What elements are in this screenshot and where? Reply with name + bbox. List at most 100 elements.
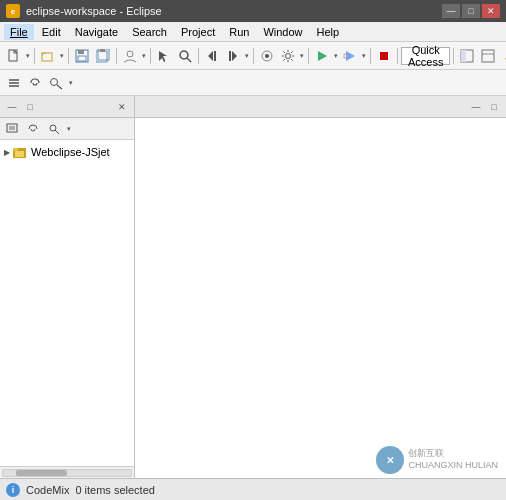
- svg-rect-9: [100, 49, 105, 52]
- status-bar: i CodeMix 0 items selected: [0, 478, 506, 500]
- gear-dropdown[interactable]: ▾: [299, 46, 305, 66]
- run-button[interactable]: [312, 46, 332, 66]
- open-file-button[interactable]: [38, 46, 58, 66]
- left-panel: — □ ✕ ▾ ▶: [0, 96, 135, 478]
- separator-10: [453, 48, 454, 64]
- minimize-panel-button[interactable]: —: [4, 99, 20, 115]
- next-nav-button[interactable]: [223, 46, 243, 66]
- eclipse-icon: e: [6, 4, 20, 18]
- menu-search[interactable]: Search: [126, 24, 173, 40]
- svg-line-36: [57, 85, 62, 89]
- separator-7: [308, 48, 309, 64]
- close-button[interactable]: ✕: [482, 4, 500, 18]
- stop-button[interactable]: [374, 46, 394, 66]
- views-button[interactable]: [478, 46, 498, 66]
- perspective-button[interactable]: [457, 46, 477, 66]
- save-all-button[interactable]: [93, 46, 113, 66]
- profile-dropdown[interactable]: ▾: [141, 46, 147, 66]
- status-message: 0 items selected: [75, 484, 154, 496]
- project-tree: ▶ Webclipse-JSjet: [0, 140, 134, 466]
- java-perspective-button[interactable]: J+: [499, 46, 506, 66]
- menu-project[interactable]: Project: [175, 24, 221, 40]
- panel-header-controls: — □: [4, 99, 38, 115]
- debug-button[interactable]: [340, 46, 360, 66]
- tree-item-label-webclipse: Webclipse-JSjet: [31, 146, 110, 158]
- profile-button[interactable]: [120, 46, 140, 66]
- quick-access-button[interactable]: Quick Access: [401, 47, 450, 65]
- main-toolbar: ▾ ▾ ▾ ▾ ▾ ▾: [0, 42, 506, 70]
- collapse-all-button[interactable]: [4, 73, 24, 93]
- save-button[interactable]: [72, 46, 92, 66]
- panel-search-button[interactable]: [44, 119, 64, 139]
- right-minimize-button[interactable]: —: [468, 99, 484, 115]
- panel-header-right: ✕: [114, 99, 130, 115]
- link-editor-button[interactable]: [25, 73, 45, 93]
- svg-point-10: [127, 51, 133, 57]
- scroll-track[interactable]: [2, 469, 132, 477]
- run-dropdown[interactable]: ▾: [333, 46, 339, 66]
- menu-bar: File Edit Navigate Search Project Run Wi…: [0, 22, 506, 42]
- separator-9: [397, 48, 398, 64]
- new-file-button[interactable]: [4, 46, 24, 66]
- tree-arrow-webclipse: ▶: [4, 148, 10, 157]
- svg-rect-38: [9, 126, 15, 130]
- window-controls[interactable]: — □ ✕: [442, 4, 500, 18]
- cursor-button[interactable]: [154, 46, 174, 66]
- scroll-thumb[interactable]: [16, 470, 67, 476]
- target-button[interactable]: [257, 46, 277, 66]
- separator-6: [253, 48, 254, 64]
- separator-1: [34, 48, 35, 64]
- menu-file[interactable]: File: [4, 24, 34, 40]
- panel-toolbar: ▾: [0, 118, 134, 140]
- svg-point-19: [265, 54, 269, 58]
- panel-scrollbar[interactable]: [0, 466, 134, 478]
- svg-rect-6: [78, 56, 86, 61]
- svg-rect-27: [482, 50, 494, 62]
- svg-marker-11: [159, 51, 167, 62]
- menu-window[interactable]: Window: [257, 24, 308, 40]
- menu-help[interactable]: Help: [311, 24, 346, 40]
- search-button[interactable]: [175, 46, 195, 66]
- close-panel-button[interactable]: ✕: [114, 99, 130, 115]
- plugin-name: CodeMix: [26, 484, 69, 496]
- svg-point-20: [286, 53, 291, 58]
- menu-edit[interactable]: Edit: [36, 24, 67, 40]
- tree-item-webclipse[interactable]: ▶ Webclipse-JSjet: [0, 142, 134, 162]
- svg-marker-14: [208, 51, 213, 61]
- menu-navigate[interactable]: Navigate: [69, 24, 124, 40]
- prev-nav-button[interactable]: [202, 46, 222, 66]
- svg-rect-5: [78, 50, 84, 54]
- nav-dropdown[interactable]: ▾: [244, 46, 250, 66]
- panel-link-button[interactable]: [23, 119, 43, 139]
- debug-dropdown[interactable]: ▾: [361, 46, 367, 66]
- svg-rect-42: [13, 148, 18, 151]
- minimize-button[interactable]: —: [442, 4, 460, 18]
- panel-more-dropdown[interactable]: ▾: [65, 119, 73, 139]
- separator-2: [68, 48, 69, 64]
- menu-run[interactable]: Run: [223, 24, 255, 40]
- separator-3: [116, 48, 117, 64]
- watermark-icon: ✕: [376, 446, 404, 474]
- svg-rect-15: [214, 51, 216, 61]
- panel-collapse-button[interactable]: [2, 119, 22, 139]
- watermark-text: 创新互联 CHUANGXIN HULIAN: [408, 448, 498, 471]
- svg-line-13: [187, 58, 191, 62]
- new-file-dropdown[interactable]: ▾: [25, 46, 31, 66]
- svg-rect-43: [15, 151, 24, 157]
- maximize-panel-button[interactable]: □: [22, 99, 38, 115]
- svg-line-40: [55, 130, 59, 134]
- open-dropdown[interactable]: ▾: [59, 46, 65, 66]
- secondary-toolbar: ▾: [0, 70, 506, 96]
- svg-rect-24: [380, 52, 388, 60]
- open-type-button[interactable]: [46, 73, 66, 93]
- open-type-dropdown[interactable]: ▾: [67, 73, 75, 93]
- right-panel: — □: [135, 96, 506, 478]
- svg-point-35: [51, 78, 58, 85]
- watermark: ✕ 创新互联 CHUANGXIN HULIAN: [376, 446, 498, 474]
- main-content: — □ ✕ ▾ ▶: [0, 96, 506, 478]
- gear-button[interactable]: [278, 46, 298, 66]
- right-maximize-button[interactable]: □: [486, 99, 502, 115]
- svg-point-12: [180, 51, 188, 59]
- maximize-button[interactable]: □: [462, 4, 480, 18]
- title-bar-left: e eclipse-workspace - Eclipse: [6, 4, 162, 18]
